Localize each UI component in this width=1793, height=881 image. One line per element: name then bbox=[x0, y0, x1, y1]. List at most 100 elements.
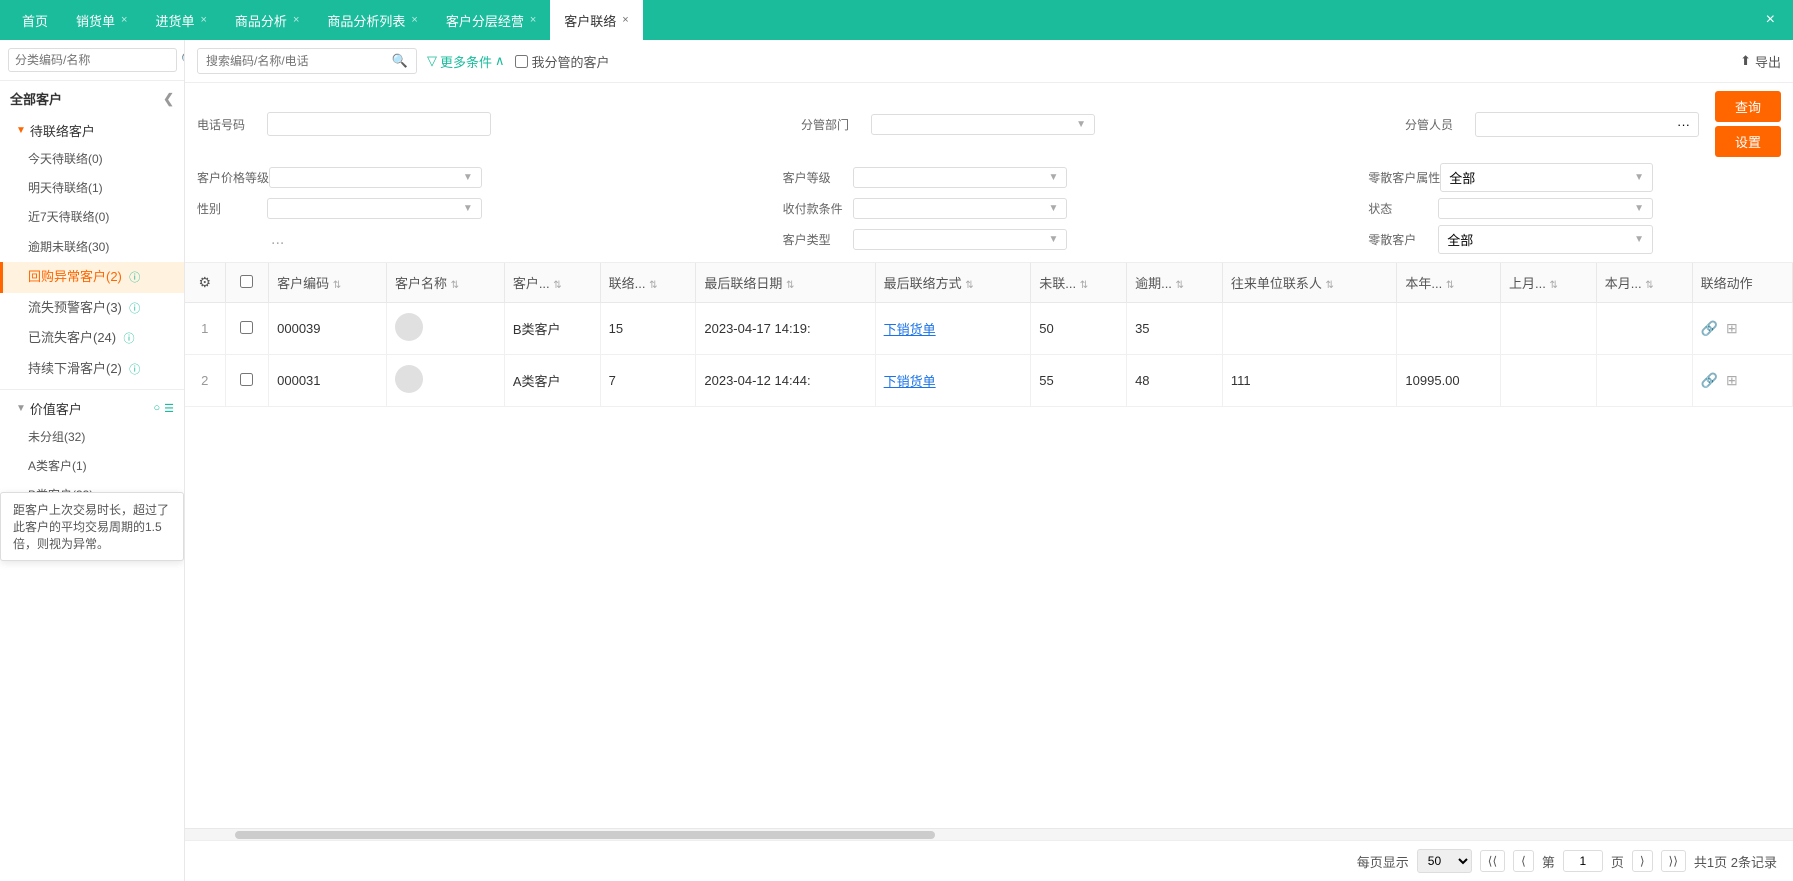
col-settings[interactable]: ⚙ bbox=[185, 263, 225, 303]
sort-icon[interactable]: ⇅ bbox=[1446, 280, 1454, 291]
sidebar-item-unclassified[interactable]: 未分组(32) bbox=[0, 423, 184, 452]
col-last-month[interactable]: 上月... ⇅ bbox=[1501, 263, 1597, 303]
close-icon[interactable]: × bbox=[622, 14, 628, 26]
page-number-input[interactable] bbox=[1563, 850, 1603, 872]
row-last-contact-method[interactable]: 下销货单 bbox=[875, 303, 1031, 355]
col-uncontacted[interactable]: 未联... ⇅ bbox=[1031, 263, 1127, 303]
col-customer-type[interactable]: 客户... ⇅ bbox=[504, 263, 600, 303]
window-close-button[interactable]: × bbox=[1756, 11, 1785, 29]
col-this-year[interactable]: 本年... ⇅ bbox=[1397, 263, 1501, 303]
horizontal-scrollbar[interactable] bbox=[185, 828, 1793, 840]
sort-icon[interactable]: ⇅ bbox=[333, 280, 341, 291]
search-icon[interactable]: 🔍 bbox=[392, 53, 408, 69]
col-code[interactable]: 客户编码 ⇅ bbox=[269, 263, 387, 303]
sidebar-item-7days[interactable]: 近7天待联络(0) bbox=[0, 203, 184, 232]
nav-home[interactable]: 首页 bbox=[8, 0, 62, 40]
settings-gear-icon[interactable]: ⚙ bbox=[198, 274, 211, 290]
my-customers-check[interactable] bbox=[515, 55, 528, 68]
next-page-button[interactable]: ⟩ bbox=[1632, 850, 1653, 872]
col-overdue[interactable]: 逾期... ⇅ bbox=[1127, 263, 1223, 303]
col-partner-contact[interactable]: 往来单位联系人 ⇅ bbox=[1222, 263, 1397, 303]
query-button[interactable]: 查询 bbox=[1715, 91, 1781, 122]
select-all-checkbox[interactable] bbox=[240, 275, 253, 288]
retail-customer-select[interactable]: 全部 ▼ bbox=[1438, 225, 1653, 254]
info-icon[interactable]: ⓘ bbox=[123, 333, 134, 345]
customer-type-select[interactable]: ▼ bbox=[853, 229, 1068, 250]
row-checkbox[interactable] bbox=[240, 321, 253, 334]
nav-purchase-order[interactable]: 进货单 × bbox=[141, 0, 220, 40]
sidebar-item-today[interactable]: 今天待联络(0) bbox=[0, 145, 184, 174]
sort-icon[interactable]: ⇅ bbox=[1080, 280, 1088, 291]
sidebar-item-class-a[interactable]: A类客户(1) bbox=[0, 452, 184, 481]
col-contact-count[interactable]: 联络... ⇅ bbox=[600, 263, 696, 303]
scrollbar-thumb[interactable] bbox=[235, 831, 935, 839]
table-wrapper[interactable]: ⚙ 客户编码 ⇅ 客户名称 ⇅ bbox=[185, 263, 1793, 828]
sidebar-search-input[interactable] bbox=[8, 48, 177, 72]
close-icon[interactable]: × bbox=[530, 14, 536, 26]
sidebar-group-value-customers[interactable]: ▼ 价值客户 ○ ☰ bbox=[0, 394, 184, 423]
close-icon[interactable]: × bbox=[411, 14, 417, 26]
row-last-contact-method[interactable]: 下销货单 bbox=[875, 355, 1031, 407]
more-dots-button[interactable]: ... bbox=[267, 231, 288, 249]
col-last-contact-date[interactable]: 最后联络日期 ⇅ bbox=[696, 263, 875, 303]
my-customers-checkbox[interactable]: 我分管的客户 bbox=[515, 52, 610, 71]
action-grid-icon[interactable]: ⊞ bbox=[1726, 320, 1738, 337]
collapse-icon[interactable]: ❮ bbox=[163, 91, 174, 107]
row-checkbox-cell[interactable] bbox=[225, 355, 269, 407]
more-conditions-button[interactable]: ▽ 更多条件 ∧ bbox=[427, 52, 505, 71]
col-name[interactable]: 客户名称 ⇅ bbox=[386, 263, 504, 303]
page-size-select[interactable]: 50 100 bbox=[1417, 849, 1472, 873]
manage-value-group-icon[interactable]: ☰ bbox=[164, 402, 174, 415]
sort-icon[interactable]: ⇅ bbox=[649, 280, 657, 291]
row-checkbox[interactable] bbox=[240, 373, 253, 386]
last-page-button[interactable]: ⟩⟩ bbox=[1661, 850, 1686, 872]
col-last-contact-method[interactable]: 最后联络方式 ⇅ bbox=[875, 263, 1031, 303]
sort-icon[interactable]: ⇅ bbox=[1645, 280, 1653, 291]
first-page-button[interactable]: ⟨⟨ bbox=[1480, 850, 1505, 872]
info-icon[interactable]: ⓘ bbox=[129, 364, 140, 376]
nav-customer-segmentation[interactable]: 客户分层经营 × bbox=[432, 0, 550, 40]
action-link-icon[interactable]: 🔗 bbox=[1701, 320, 1718, 337]
nav-sales-order[interactable]: 销货单 × bbox=[62, 0, 141, 40]
payment-select[interactable]: ▼ bbox=[853, 198, 1068, 219]
search-box[interactable]: 🔍 bbox=[197, 48, 417, 74]
col-checkbox[interactable] bbox=[225, 263, 269, 303]
edit-value-group-icon[interactable]: ○ bbox=[153, 402, 160, 415]
close-icon[interactable]: × bbox=[293, 14, 299, 26]
nav-customer-contact[interactable]: 客户联络 × bbox=[550, 0, 642, 40]
person-select[interactable]: ··· bbox=[1475, 112, 1699, 137]
row-checkbox-cell[interactable] bbox=[225, 303, 269, 355]
sidebar-all-customers[interactable]: 全部客户 ❮ bbox=[0, 81, 184, 116]
col-this-month[interactable]: 本月... ⇅ bbox=[1596, 263, 1692, 303]
prev-page-button[interactable]: ⟨ bbox=[1513, 850, 1534, 872]
action-grid-icon[interactable]: ⊞ bbox=[1726, 372, 1738, 389]
sort-icon[interactable]: ⇅ bbox=[965, 280, 973, 291]
customer-level-select[interactable]: ▼ bbox=[853, 167, 1068, 188]
sort-icon[interactable]: ⇅ bbox=[553, 280, 561, 291]
info-icon[interactable]: ⓘ bbox=[129, 303, 140, 315]
nav-product-analysis[interactable]: 商品分析 × bbox=[221, 0, 313, 40]
gender-select[interactable]: ▼ bbox=[267, 198, 482, 219]
export-button[interactable]: ⬆ 导出 bbox=[1740, 52, 1781, 71]
action-link-icon[interactable]: 🔗 bbox=[1701, 372, 1718, 389]
search-input[interactable] bbox=[206, 54, 392, 68]
price-level-select[interactable]: ▼ bbox=[269, 167, 482, 188]
sidebar-item-churn-warning[interactable]: 流失预警客户(3) ⓘ bbox=[0, 293, 184, 324]
sidebar-item-tomorrow[interactable]: 明天待联络(1) bbox=[0, 174, 184, 203]
retail-attr-select[interactable]: 全部 ▼ bbox=[1440, 163, 1653, 192]
close-icon[interactable]: × bbox=[200, 14, 206, 26]
status-select[interactable]: ▼ bbox=[1438, 198, 1653, 219]
sort-icon[interactable]: ⇅ bbox=[1176, 280, 1184, 291]
phone-input[interactable] bbox=[267, 112, 491, 136]
department-select[interactable]: ▼ bbox=[871, 114, 1095, 135]
sort-icon[interactable]: ⇅ bbox=[1326, 280, 1334, 291]
sidebar-item-overdue[interactable]: 逾期未联络(30) bbox=[0, 233, 184, 262]
sidebar-item-declining[interactable]: 持续下滑客户(2) ⓘ bbox=[0, 354, 184, 385]
close-icon[interactable]: × bbox=[121, 14, 127, 26]
sort-icon[interactable]: ⇅ bbox=[786, 280, 794, 291]
sort-icon[interactable]: ⇅ bbox=[1549, 280, 1557, 291]
settings-button[interactable]: 设置 bbox=[1715, 126, 1781, 157]
sidebar-item-abnormal-repurchase[interactable]: 回购异常客户(2) ⓘ bbox=[0, 262, 184, 293]
info-icon[interactable]: ⓘ bbox=[129, 272, 140, 284]
sidebar-item-churned[interactable]: 已流失客户(24) ⓘ bbox=[0, 323, 184, 354]
